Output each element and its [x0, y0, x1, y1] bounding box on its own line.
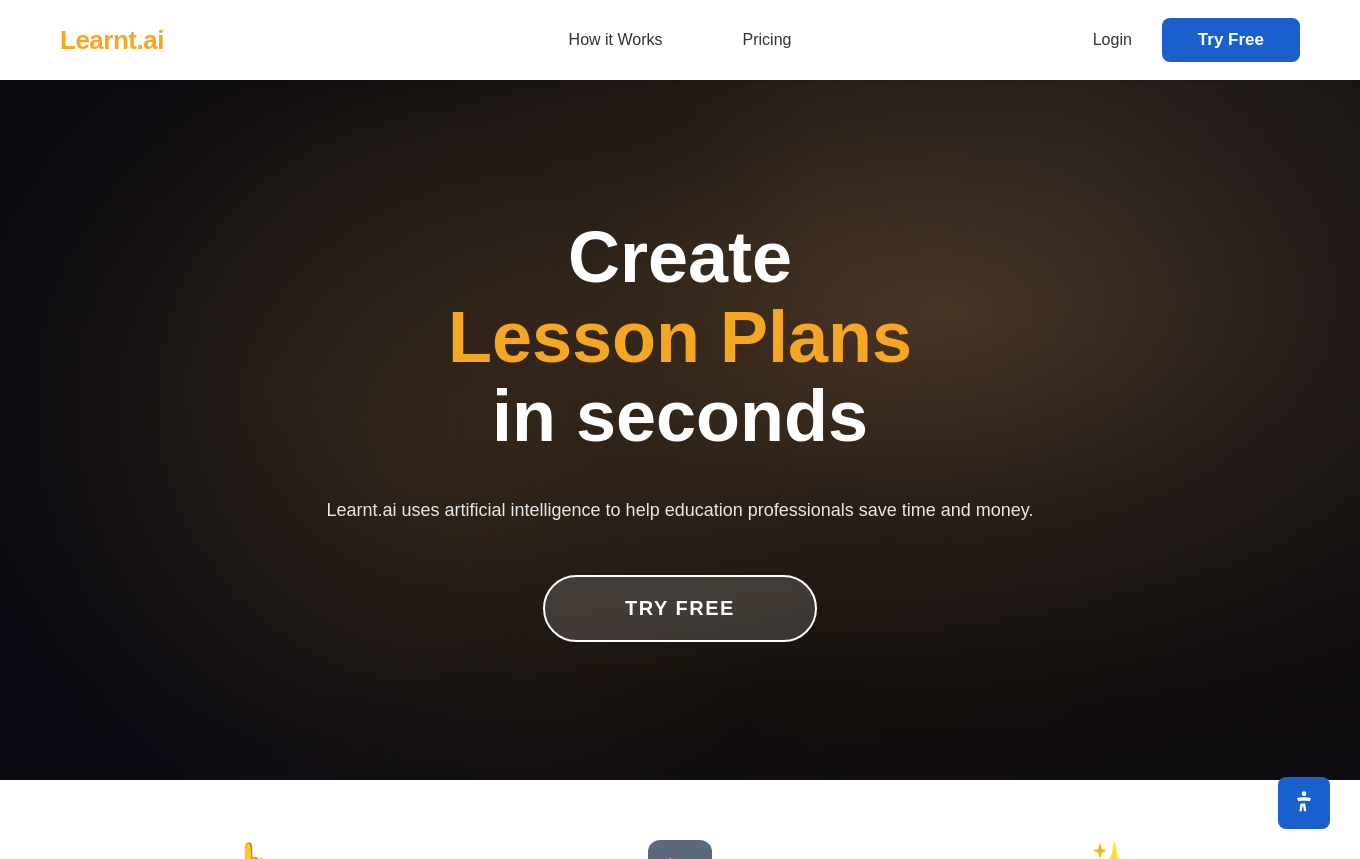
- step-3-icon: ✨: [1081, 840, 1133, 859]
- hero-title-lesson-plans: Lesson Plans: [326, 298, 1033, 377]
- accessibility-button[interactable]: [1278, 777, 1330, 829]
- nav-right: Login Try Free: [1093, 18, 1300, 62]
- nav-links: How it Works Pricing: [569, 31, 792, 49]
- logo[interactable]: Learnt.ai: [60, 25, 164, 56]
- accessibility-icon: [1290, 789, 1318, 817]
- step-1: 👆 Step 1: [40, 840, 467, 859]
- hero-section: Create Lesson Plans in seconds Learnt.ai…: [0, 0, 1360, 780]
- step-3: ✨ Step 3: [893, 840, 1320, 859]
- step-2: ✏️ Step 2: [467, 840, 894, 859]
- login-link[interactable]: Login: [1093, 31, 1132, 49]
- hero-subtitle: Learnt.ai uses artificial intelligence t…: [326, 496, 1033, 525]
- step-2-icon-box: ✏️: [648, 840, 712, 859]
- hero-title-create: Create: [326, 218, 1033, 297]
- steps-section: 👆 Step 1 ✏️ Step 2 ✨ Step 3: [0, 780, 1360, 859]
- navbar: Learnt.ai How it Works Pricing Login Try…: [0, 0, 1360, 80]
- logo-accent: ai: [143, 25, 164, 55]
- try-free-hero-button[interactable]: TRY FREE: [543, 575, 817, 642]
- try-free-nav-button[interactable]: Try Free: [1162, 18, 1300, 62]
- nav-how-it-works[interactable]: How it Works: [569, 31, 663, 49]
- nav-pricing[interactable]: Pricing: [743, 31, 792, 49]
- svg-point-0: [1302, 791, 1307, 796]
- hero-title-seconds: in seconds: [326, 377, 1033, 456]
- hero-content: Create Lesson Plans in seconds Learnt.ai…: [306, 218, 1053, 641]
- logo-text: Learnt.: [60, 25, 143, 55]
- step-1-icon: 👆: [227, 840, 279, 859]
